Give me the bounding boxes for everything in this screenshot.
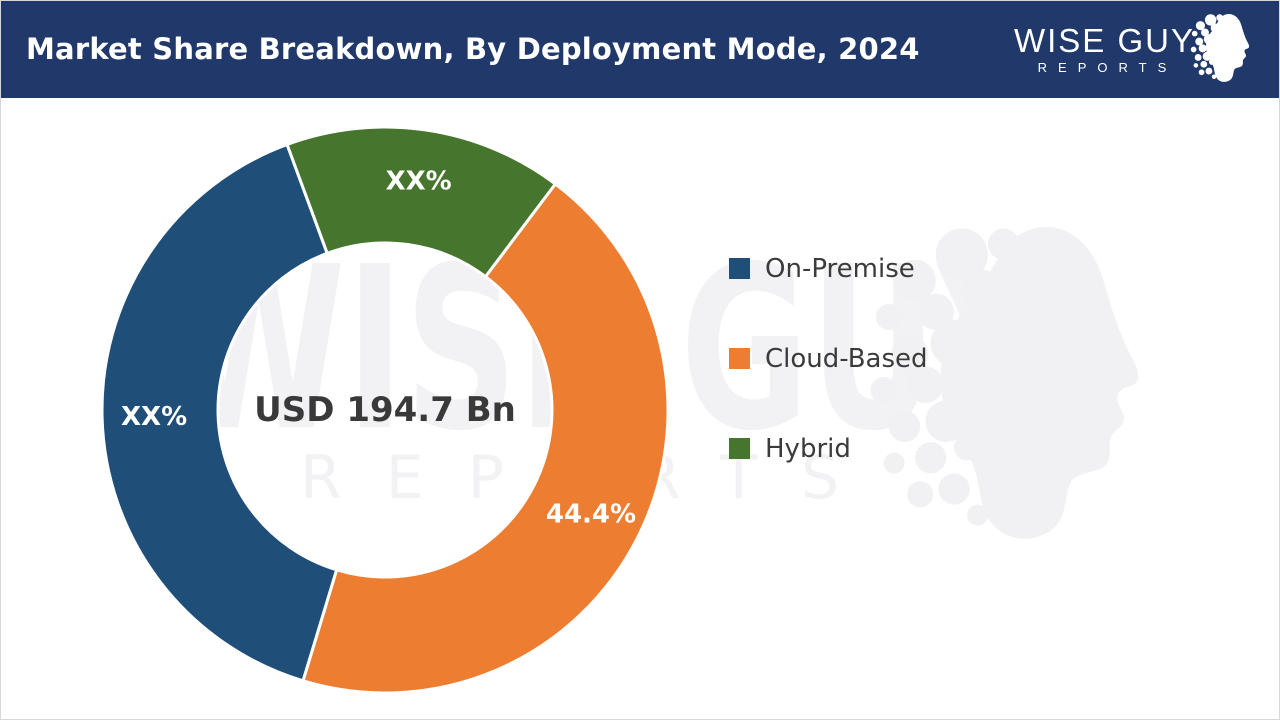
- head-silhouette-icon: [1190, 13, 1250, 82]
- legend-swatch-hybrid: [729, 438, 750, 459]
- logo-subtext: REPORTS: [1037, 59, 1178, 75]
- legend-item-cloud-based: Cloud-Based: [729, 343, 928, 374]
- legend-label: Cloud-Based: [765, 343, 928, 374]
- wise-guy-logo: WISE GUY REPORTS: [1014, 12, 1254, 87]
- legend-label: On-Premise: [765, 253, 915, 284]
- logo-text: WISE GUY REPORTS: [1014, 24, 1195, 75]
- page-title: Market Share Breakdown, By Deployment Mo…: [26, 32, 920, 66]
- header: Market Share Breakdown, By Deployment Mo…: [0, 0, 1280, 98]
- legend-swatch-on-premise: [729, 258, 750, 279]
- donut-segment-label-cloud-based: 44.4%: [546, 500, 636, 530]
- legend-item-hybrid: Hybrid: [729, 433, 928, 464]
- donut-center-value: USD 194.7 Bn: [254, 390, 516, 430]
- legend-swatch-cloud-based: [729, 348, 750, 369]
- legend-item-on-premise: On-Premise: [729, 253, 928, 284]
- legend: On-Premise Cloud-Based Hybrid: [729, 254, 928, 524]
- donut-segment-label-hybrid: XX%: [386, 166, 452, 196]
- logo-wordmark: WISE GUY: [1013, 21, 1195, 59]
- legend-label: Hybrid: [765, 433, 851, 464]
- donut-segment-label-on-premise: XX%: [121, 402, 187, 432]
